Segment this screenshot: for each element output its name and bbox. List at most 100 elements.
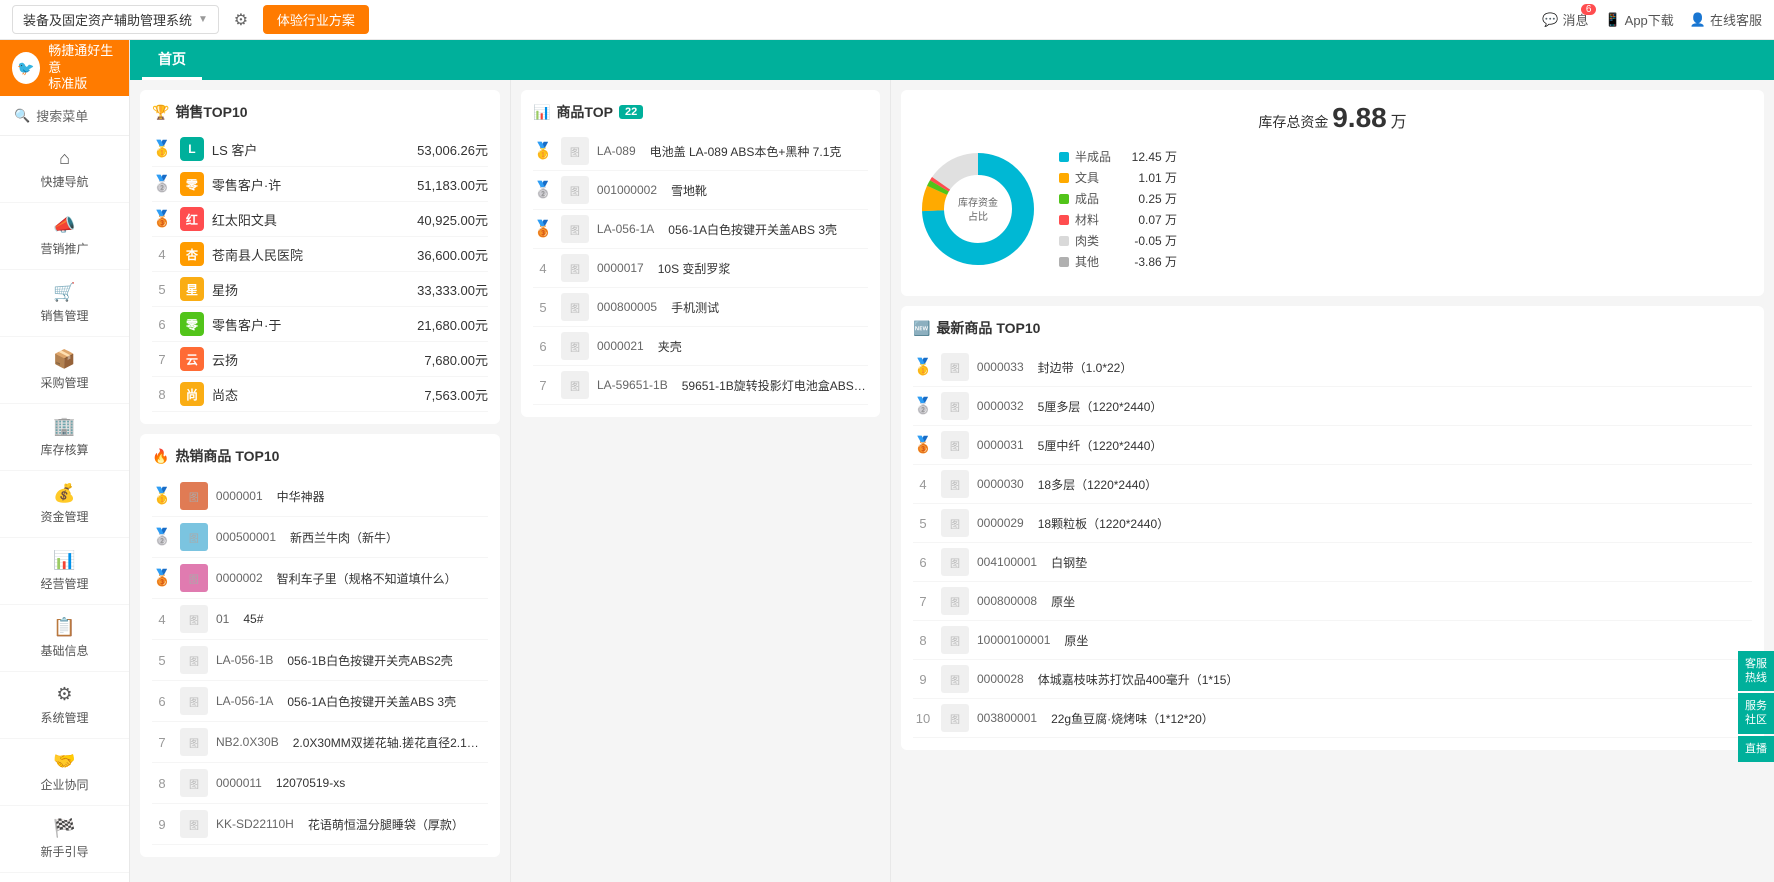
hot-product-row: 5 图 LA-056-1B 056-1B白色按键开关壳ABS2壳: [152, 640, 488, 681]
sidebar-item-sales-label: 销售管理: [40, 307, 88, 324]
hot-product-row: 🥉 图 0000002 智利车子里（规格不知道填什么）: [152, 558, 488, 599]
sidebar-item-purchase-label: 采购管理: [40, 374, 88, 391]
hot-product-row: 🥈 图 000500001 新西兰牛肉（新牛）: [152, 517, 488, 558]
new-product-row: 🥇 图 0000033 封边带（1.0*22）: [913, 348, 1752, 387]
navbar: 首页: [130, 40, 1774, 80]
operation-icon: 📊: [53, 550, 75, 571]
sidebar-item-corp-label: 企业协同: [40, 776, 88, 793]
chart-icon: 📊: [533, 104, 550, 121]
customer-row: 🥈 零 零售客户·许 51,183.00元: [152, 167, 488, 202]
inventory-icon: 🏢: [53, 416, 75, 437]
legend-item: 其他 -3.86 万: [1059, 253, 1177, 270]
legend-item: 肉类 -0.05 万: [1059, 232, 1177, 249]
topbar: 装备及固定资产辅助管理系统 ▼ ⚙ 体验行业方案 💬 消息 6 📱 App下载 …: [0, 0, 1774, 40]
sidebar-item-home[interactable]: ⌂ 快捷导航: [0, 136, 129, 203]
marketing-icon: 📣: [53, 215, 75, 236]
trial-button[interactable]: 体验行业方案: [263, 5, 369, 34]
message-button[interactable]: 💬 消息 6: [1542, 10, 1588, 29]
fire-icon: 🔥: [152, 448, 169, 465]
customer-row: 🥇 L LS 客户 53,006.26元: [152, 132, 488, 167]
left-section: 🏆 销售TOP10 🥇 L LS 客户 53,006.26元 🥈 零 零售客户·…: [130, 80, 510, 882]
customer-row: 🥉 红 红太阳文具 40,925.00元: [152, 202, 488, 237]
sidebar-item-inventory[interactable]: 🏢 库存核算: [0, 404, 129, 471]
logo-text: 畅捷通好生意 标准版: [48, 43, 117, 94]
sidebar-item-guide[interactable]: 🏁 新手引导: [0, 806, 129, 873]
sidebar-item-marketing[interactable]: 📣 营销推广: [0, 203, 129, 270]
sidebar-item-operation[interactable]: 📊 经营管理: [0, 538, 129, 605]
customers-list: 🥇 L LS 客户 53,006.26元 🥈 零 零售客户·许 51,183.0…: [152, 132, 488, 412]
donut-chart: 库存资金 占比: [913, 144, 1043, 274]
new-product-row: 10 图 003800001 22g鱼豆腐·烧烤味（1*12*20）: [913, 699, 1752, 738]
sidebar-item-finance-label: 资金管理: [40, 508, 88, 525]
hot-product-row: 🥇 图 0000001 中华神器: [152, 476, 488, 517]
system-selector[interactable]: 装备及固定资产辅助管理系统 ▼: [12, 5, 219, 34]
sidebar-item-finance[interactable]: 💰 资金管理: [0, 471, 129, 538]
legend-item: 半成品 12.45 万: [1059, 148, 1177, 165]
new-product-row: 5 图 0000029 18颗粒板（1220*2440）: [913, 504, 1752, 543]
top-customers-card: 🏆 销售TOP10 🥇 L LS 客户 53,006.26元 🥈 零 零售客户·…: [140, 90, 500, 424]
new-products-title: 🆕 最新商品 TOP10: [913, 318, 1752, 338]
top-selling-card: 📊 商品TOP 22 🥇 图 LA-089 电池盖 LA-089 ABS本色+黑…: [521, 90, 880, 417]
sidebar: 🐦 畅捷通好生意 标准版 🔍 搜索菜单 ⌂ 快捷导航 📣 营销推广 🛒 销售管理…: [0, 40, 130, 882]
sidebar-item-base[interactable]: 📋 基础信息: [0, 605, 129, 672]
hot-product-row: 9 图 KK-SD22110H 花语萌恒温分腿睡袋（厚款）: [152, 804, 488, 845]
top-selling-row: 4 图 0000017 10S 变刮罗浆: [533, 249, 868, 288]
logo-icon: 🐦: [12, 52, 40, 84]
message-icon: 💬: [1542, 12, 1558, 28]
sidebar-item-guide-label: 新手引导: [40, 843, 88, 860]
top-selling-row: 🥇 图 LA-089 电池盖 LA-089 ABS本色+黑种 7.1克: [533, 132, 868, 171]
trophy-icon: 🏆: [152, 104, 169, 121]
top-selling-row: 🥉 图 LA-056-1A 056-1A白色按键开关盖ABS 3壳: [533, 210, 868, 249]
hot-products-list: 🥇 图 0000001 中华神器 🥈 图 000500001 新西兰牛肉（新牛）…: [152, 476, 488, 845]
base-icon: 📋: [53, 617, 75, 638]
new-products-card: 🆕 最新商品 TOP10 🥇 图 0000033 封边带（1.0*22） 🥈 图…: [901, 306, 1764, 750]
svg-text:库存资金: 库存资金: [958, 196, 998, 209]
sidebar-item-system-label: 系统管理: [40, 709, 88, 726]
tab-home[interactable]: 首页: [142, 40, 202, 80]
new-product-row: 9 图 0000028 体城嘉枝味苏打饮品400毫升（1*15）: [913, 660, 1752, 699]
settings-icon[interactable]: ⚙: [227, 6, 255, 34]
hot-product-row: 8 图 0000011 12070519-xs: [152, 763, 488, 804]
new-product-row: 🥈 图 0000032 5厘多层（1220*2440）: [913, 387, 1752, 426]
sidebar-item-purchase[interactable]: 📦 采购管理: [0, 337, 129, 404]
sidebar-item-inventory-label: 库存核算: [40, 441, 88, 458]
hot-products-card: 🔥 热销商品 TOP10 🥇 图 0000001 中华神器 🥈 图 000500…: [140, 434, 500, 857]
sidebar-item-corp[interactable]: 🤝 企业协同: [0, 739, 129, 806]
inventory-legend: 半成品 12.45 万 文具 1.01 万 成品 0.25 万 材料 0.07 …: [1059, 148, 1177, 270]
new-product-row: 7 图 000800008 原坐: [913, 582, 1752, 621]
top-selling-row: 5 图 000800005 手机测试: [533, 288, 868, 327]
app-download-button[interactable]: 📱 App下载: [1604, 10, 1673, 29]
support-btn-community[interactable]: 服务社区: [1738, 693, 1774, 734]
inventory-total: 库存总资金 9.88 万: [913, 102, 1752, 134]
middle-section: 📊 商品TOP 22 🥇 图 LA-089 电池盖 LA-089 ABS本色+黑…: [510, 80, 890, 882]
mobile-icon: 📱: [1604, 12, 1620, 28]
sidebar-item-system[interactable]: ⚙ 系统管理: [0, 672, 129, 739]
system-icon: ⚙: [56, 684, 72, 705]
guide-icon: 🏁: [53, 818, 75, 839]
legend-item: 文具 1.01 万: [1059, 169, 1177, 186]
new-product-row: 🥉 图 0000031 5厘中纤（1220*2440）: [913, 426, 1752, 465]
sidebar-item-marketing-label: 营销推广: [40, 240, 88, 257]
sidebar-item-base-label: 基础信息: [40, 642, 88, 659]
customer-row: 4 杏 苍南县人民医院 36,600.00元: [152, 237, 488, 272]
support-btn-hotline[interactable]: 客服热线: [1738, 651, 1774, 692]
main-layout: 🐦 畅捷通好生意 标准版 🔍 搜索菜单 ⌂ 快捷导航 📣 营销推广 🛒 销售管理…: [0, 40, 1774, 882]
customer-row: 6 零 零售客户·于 21,680.00元: [152, 307, 488, 342]
inventory-card: 库存总资金 9.88 万: [901, 90, 1764, 296]
tab-home-label: 首页: [158, 49, 186, 69]
customer-row: 5 星 星扬 33,333.00元: [152, 272, 488, 307]
top-selling-row: 7 图 LA-59651-1B 59651-1B旋转投影灯电池盒ABS黑色+58…: [533, 366, 868, 405]
online-service-button[interactable]: 👤 在线客服: [1690, 10, 1762, 29]
search-menu[interactable]: 🔍 搜索菜单: [0, 96, 129, 136]
top-selling-title: 📊 商品TOP 22: [533, 102, 868, 122]
support-btn-live[interactable]: 直播: [1738, 736, 1774, 762]
online-label: 在线客服: [1710, 10, 1762, 29]
hot-product-row: 4 图 01 45#: [152, 599, 488, 640]
hot-products-title: 🔥 热销商品 TOP10: [152, 446, 488, 466]
chevron-down-icon: ▼: [198, 14, 208, 25]
top-customers-title: 🏆 销售TOP10: [152, 102, 488, 122]
new-icon: 🆕: [913, 320, 930, 337]
new-product-row: 6 图 004100001 白钢垫: [913, 543, 1752, 582]
sidebar-item-sales[interactable]: 🛒 销售管理: [0, 270, 129, 337]
new-product-row: 8 图 10000100001 原坐: [913, 621, 1752, 660]
